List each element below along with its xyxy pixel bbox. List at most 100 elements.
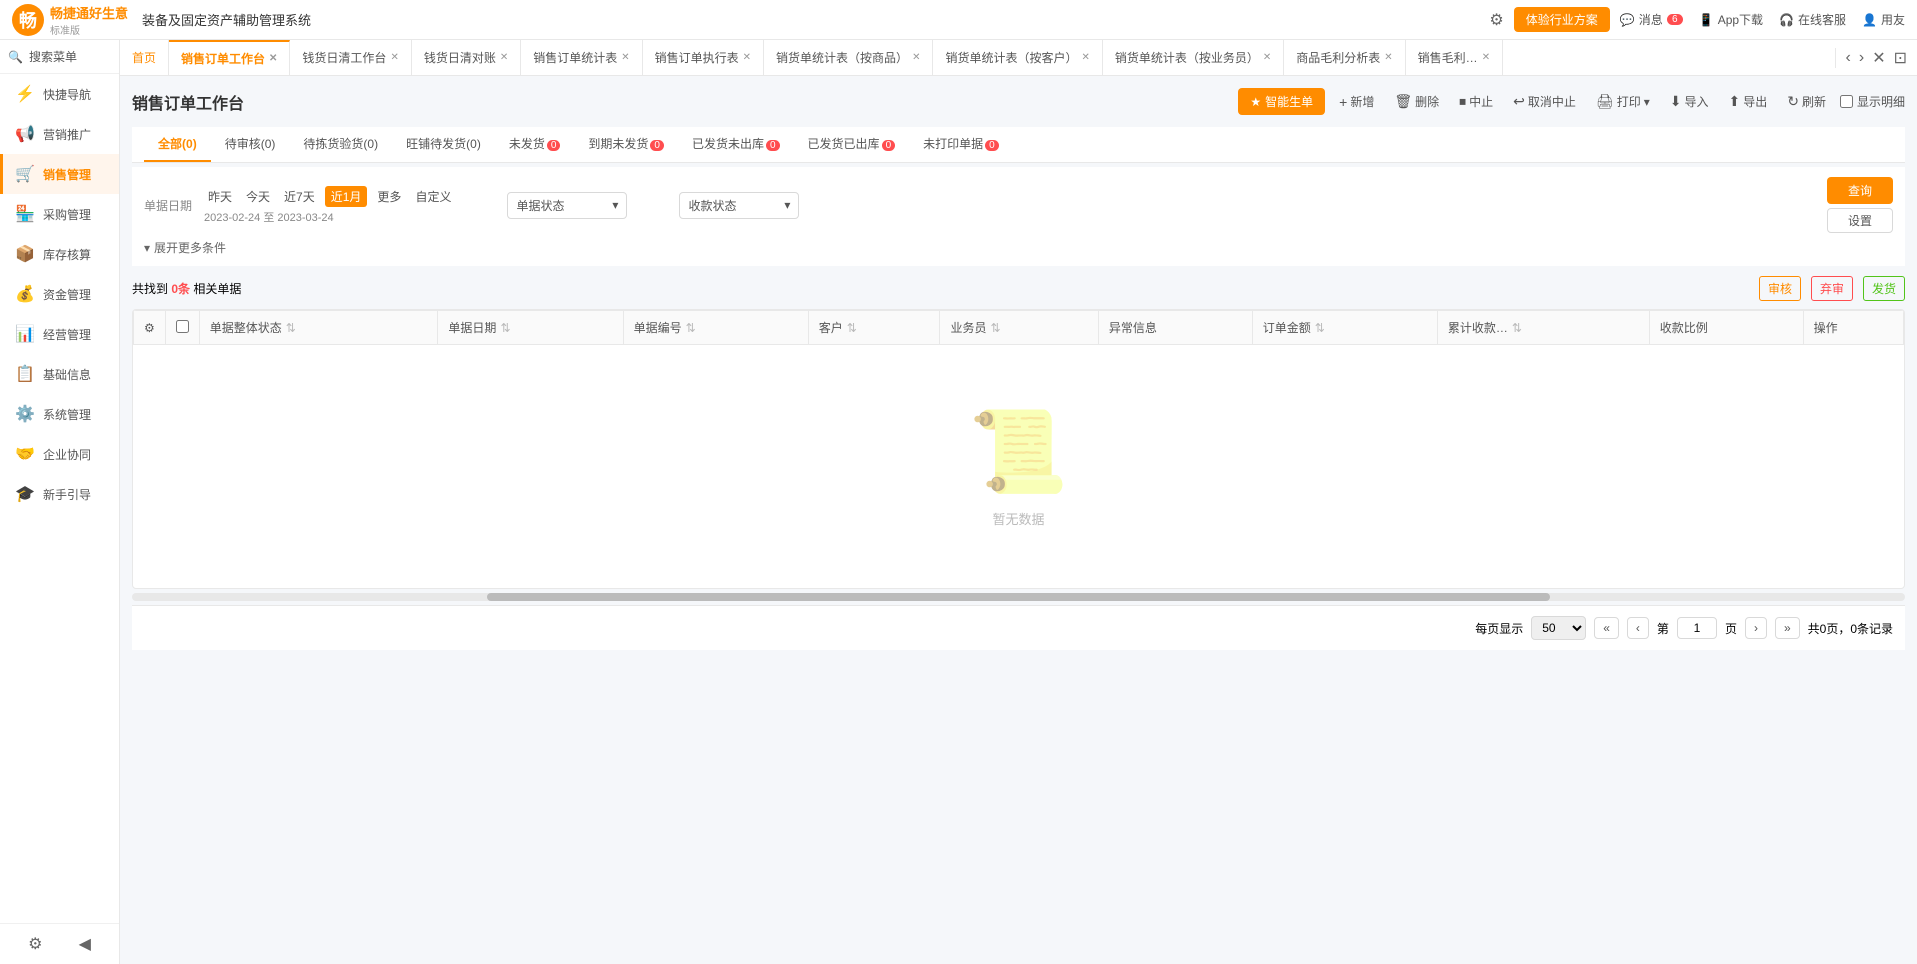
- cancel-stop-btn[interactable]: ↩ 取消中止: [1507, 89, 1582, 114]
- sidebar-item-enterprise-cooperation[interactable]: 🤝 企业协同: [0, 434, 119, 474]
- expand-conditions[interactable]: ▾ 展开更多条件: [144, 239, 1893, 256]
- mobile-icon: 📱: [1699, 13, 1714, 27]
- tab-close-icon[interactable]: ✕: [1482, 52, 1490, 63]
- sub-tab-shipped-out[interactable]: 已发货已出库0: [794, 127, 910, 162]
- message-item[interactable]: 💬 消息 6: [1620, 11, 1683, 28]
- smart-generate-btn[interactable]: ★ 智能生单: [1238, 88, 1325, 115]
- sidebar-item-inventory-check[interactable]: 📦 库存核算: [0, 234, 119, 274]
- sidebar-item-marketing-promotion[interactable]: 📢 营销推广: [0, 114, 119, 154]
- sort-icon[interactable]: ⇅: [1512, 321, 1522, 335]
- settings-btn[interactable]: 设置: [1827, 208, 1893, 233]
- sidebar-item-beginner-guide[interactable]: 🎓 新手引导: [0, 474, 119, 514]
- tab-close-icon[interactable]: ✕: [1384, 52, 1392, 63]
- tab-sales-order-exec[interactable]: 销售订单执行表 ✕: [643, 40, 764, 76]
- sub-tab-shipped-not-in[interactable]: 已发货未出库0: [678, 127, 794, 162]
- delete-btn[interactable]: 🗑 删除: [1388, 89, 1445, 114]
- tab-close-all-btn[interactable]: ✕: [1868, 48, 1889, 68]
- th-settings[interactable]: ⚙: [134, 311, 166, 345]
- sales-icon: 🛒: [15, 164, 35, 184]
- prev-page-btn[interactable]: ‹: [1627, 617, 1649, 639]
- date-btn-custom[interactable]: 自定义: [411, 186, 455, 207]
- sort-icon[interactable]: ⇅: [500, 321, 510, 335]
- show-detail-checkbox[interactable]: [1840, 95, 1853, 108]
- page-size-select[interactable]: 50 10 20 100: [1531, 616, 1586, 640]
- status-filter[interactable]: 单据状态 ▾: [507, 192, 627, 219]
- tab-close-icon[interactable]: ✕: [912, 52, 920, 63]
- add-btn[interactable]: + 新增: [1333, 89, 1380, 114]
- tab-product-margin[interactable]: 商品毛利分析表 ✕: [1284, 40, 1405, 76]
- sidebar-item-operation-management[interactable]: 📊 经营管理: [0, 314, 119, 354]
- sidebar-item-quick-nav[interactable]: ⚡ 快捷导航: [0, 74, 119, 114]
- select-all-checkbox[interactable]: [176, 320, 189, 333]
- tab-close-icon[interactable]: ✕: [500, 52, 508, 63]
- date-btn-1month[interactable]: 近1月: [325, 186, 368, 207]
- tab-next-btn[interactable]: ›: [1855, 49, 1868, 67]
- refresh-btn[interactable]: ↻ 刷新: [1781, 89, 1832, 114]
- sort-icon[interactable]: ⇅: [847, 321, 857, 335]
- sub-tab-label: 到期未发货: [588, 137, 648, 151]
- sidebar-item-basic-info[interactable]: 📋 基础信息: [0, 354, 119, 394]
- page-input[interactable]: [1677, 617, 1717, 639]
- print-btn[interactable]: 🖨 打印 ▾: [1590, 89, 1656, 114]
- tab-close-icon[interactable]: ✕: [269, 53, 277, 64]
- industry-btn[interactable]: 体验行业方案: [1514, 7, 1610, 32]
- date-btn-today[interactable]: 今天: [242, 186, 274, 207]
- sidebar-item-purchase-management[interactable]: 🏪 采购管理: [0, 194, 119, 234]
- last-page-btn[interactable]: »: [1775, 617, 1800, 639]
- tab-sales-stat-product[interactable]: 销货单统计表（按商品） ✕: [764, 40, 933, 76]
- sidebar-item-sales-management[interactable]: 🛒 销售管理: [0, 154, 119, 194]
- first-page-btn[interactable]: «: [1594, 617, 1619, 639]
- scroll-thumb[interactable]: [487, 593, 1551, 601]
- sidebar-item-system-management[interactable]: ⚙️ 系统管理: [0, 394, 119, 434]
- search-menu[interactable]: 🔍 搜索菜单: [0, 40, 119, 74]
- tab-cash-daily[interactable]: 钱货日清工作台 ✕: [290, 40, 411, 76]
- cancel-review-btn[interactable]: 弃审: [1811, 276, 1853, 301]
- sub-tab-not-printed[interactable]: 未打印单据0: [909, 127, 1013, 162]
- horizontal-scrollbar[interactable]: [132, 593, 1905, 601]
- tab-maximize-btn[interactable]: ⊡: [1890, 48, 1911, 68]
- sort-icon[interactable]: ⇅: [1315, 321, 1325, 335]
- date-btn-more[interactable]: 更多: [373, 186, 405, 207]
- review-btn[interactable]: 审核: [1759, 276, 1801, 301]
- app-download-item[interactable]: 📱 App下载: [1699, 11, 1763, 28]
- sub-tab-pending-review[interactable]: 待审核(0): [211, 127, 290, 162]
- export-btn[interactable]: ⬆ 导出: [1722, 89, 1773, 114]
- ship-btn[interactable]: 发货: [1863, 276, 1905, 301]
- tab-sales-stat-staff[interactable]: 销货单统计表（按业务员） ✕: [1103, 40, 1284, 76]
- tab-sales-gross[interactable]: 销售毛利… ✕: [1406, 40, 1503, 76]
- tab-close-icon[interactable]: ✕: [390, 52, 398, 63]
- tab-close-icon[interactable]: ✕: [1263, 52, 1271, 63]
- date-btn-7days[interactable]: 近7天: [280, 186, 319, 207]
- tab-close-icon[interactable]: ✕: [743, 52, 751, 63]
- sub-tab-expired-not-shipped[interactable]: 到期未发货0: [574, 127, 678, 162]
- user-item[interactable]: 👤 用友: [1862, 11, 1905, 28]
- th-status: 单据整体状态⇅: [199, 311, 438, 345]
- sort-icon[interactable]: ⇅: [686, 321, 696, 335]
- sub-tab-not-shipped[interactable]: 未发货0: [495, 127, 575, 162]
- tab-sales-workbench[interactable]: 销售订单工作台 ✕: [169, 40, 290, 76]
- sort-icon[interactable]: ⇅: [990, 321, 1000, 335]
- sidebar-settings-btn[interactable]: ⚙: [28, 934, 42, 954]
- date-btn-yesterday[interactable]: 昨天: [204, 186, 236, 207]
- tab-sales-stat-customer[interactable]: 销货单统计表（按客户） ✕: [933, 40, 1102, 76]
- import-btn[interactable]: ⬇ 导入: [1664, 89, 1715, 114]
- sub-tab-all[interactable]: 全部(0): [144, 127, 211, 162]
- sidebar-item-finance-management[interactable]: 💰 资金管理: [0, 274, 119, 314]
- tab-cash-reconcile[interactable]: 钱货日清对账 ✕: [412, 40, 521, 76]
- sidebar-collapse-btn[interactable]: ◀: [79, 934, 91, 954]
- sub-tab-wangpu-pending[interactable]: 旺铺待发货(0): [392, 127, 495, 162]
- stop-btn[interactable]: ⏹ 中止: [1453, 89, 1499, 114]
- query-btn[interactable]: 查询: [1827, 177, 1893, 204]
- pay-status-filter[interactable]: 收款状态 ▾: [679, 192, 799, 219]
- tab-close-icon[interactable]: ✕: [1081, 52, 1089, 63]
- tab-home[interactable]: 首页: [120, 40, 169, 76]
- tab-sales-order-stat[interactable]: 销售订单统计表 ✕: [521, 40, 642, 76]
- tab-prev-btn[interactable]: ‹: [1842, 49, 1855, 67]
- next-page-btn[interactable]: ›: [1745, 617, 1767, 639]
- expand-label: 展开更多条件: [154, 239, 226, 256]
- online-service-item[interactable]: 🎧 在线客服: [1779, 11, 1846, 28]
- tab-close-icon[interactable]: ✕: [621, 52, 629, 63]
- sub-tab-pending-inspect[interactable]: 待拣货验货(0): [289, 127, 392, 162]
- sort-icon[interactable]: ⇅: [286, 321, 296, 335]
- gear-button[interactable]: ⚙: [1489, 10, 1503, 30]
